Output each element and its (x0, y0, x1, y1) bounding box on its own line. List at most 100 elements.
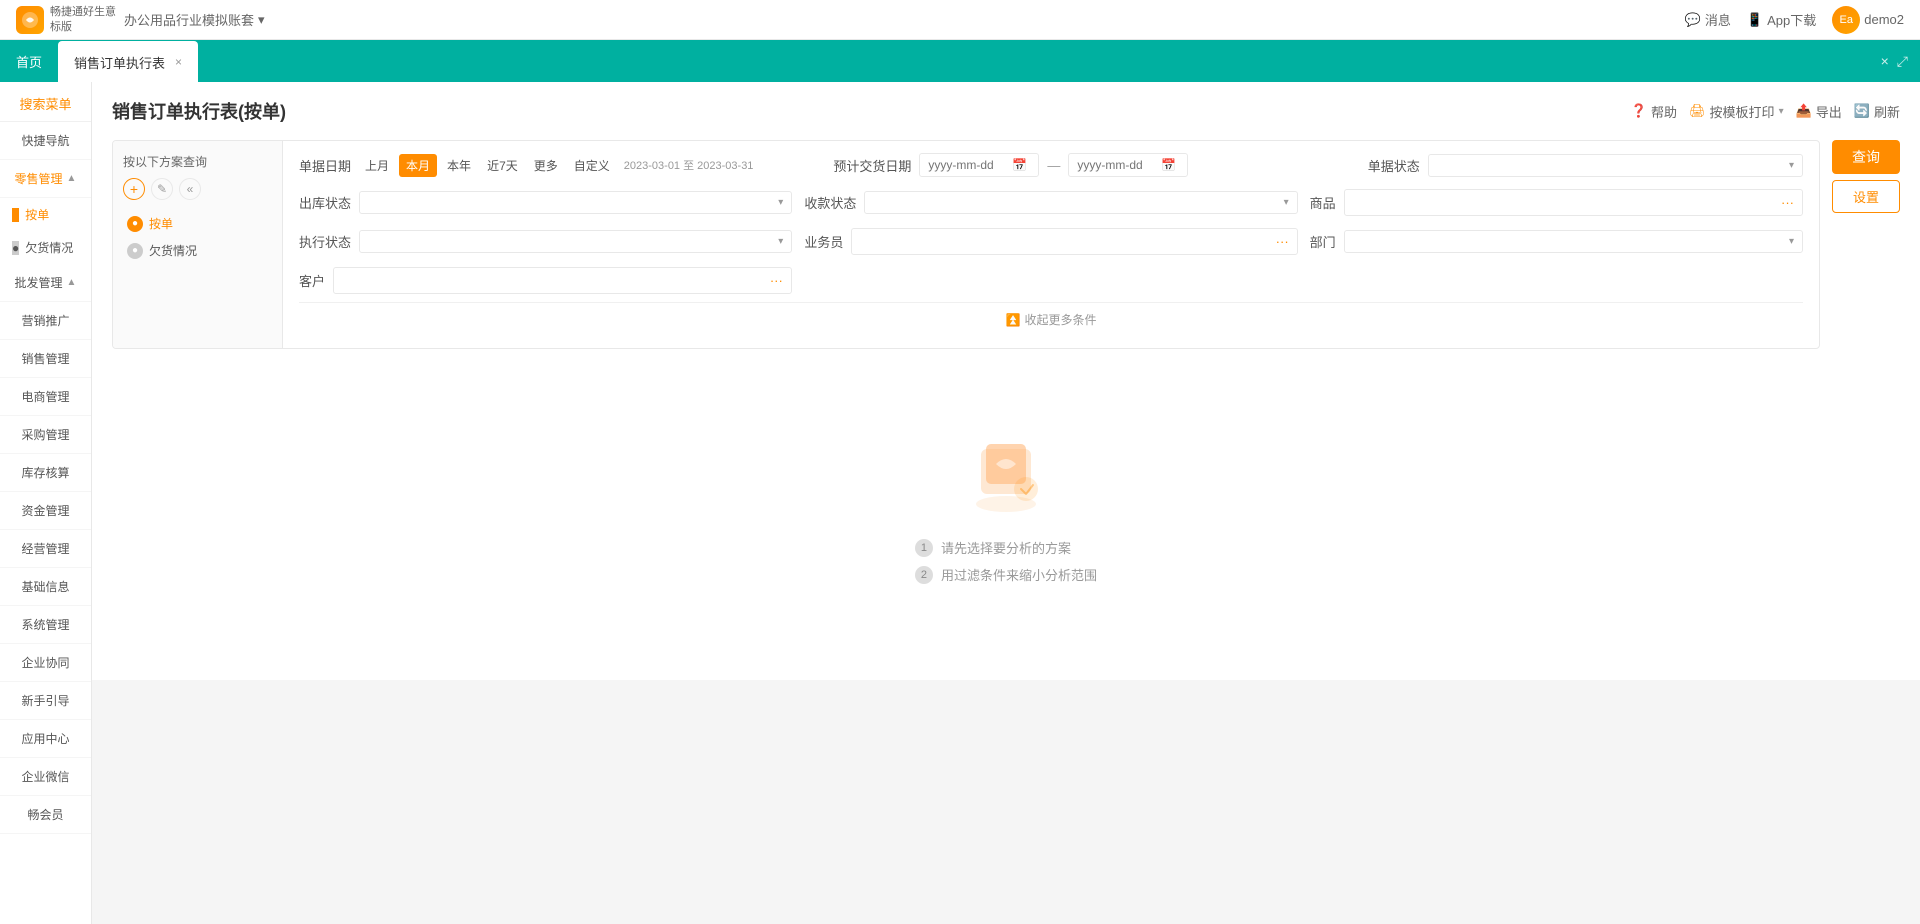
maximize-icon[interactable]: ⤢ (1897, 53, 1908, 70)
scheme-list: ● 按单 ● 欠货情况 (123, 210, 272, 264)
doc-status-label: 单据状态 (1368, 156, 1420, 175)
sub-item-active-icon: ● (12, 208, 19, 222)
sidebar-item-system[interactable]: 系统管理 (0, 606, 91, 644)
filter-wrapper: 按以下方案查询 + ✎ « ● 按单 (112, 140, 1900, 349)
date-tab-custom[interactable]: 自定义 (568, 154, 616, 177)
sidebar-item-purchase[interactable]: 采购管理 (0, 416, 91, 454)
page-header: 销售订单执行表(按单) ❓ 帮助 🖨 按模板打印 ▾ 📤 导出 (112, 98, 1900, 124)
tab-close-icon[interactable]: × (175, 55, 182, 69)
sidebar-item-marketing[interactable]: 营销推广 (0, 302, 91, 340)
edit-scheme-button[interactable]: ✎ (151, 178, 173, 200)
filter-row-2: 出库状态 ▾ 收款状态 (299, 189, 1803, 216)
close-window-icon[interactable]: × (1881, 53, 1889, 69)
salesperson-label: 业务员 (804, 232, 843, 251)
sidebar-item-membership[interactable]: 畅会员 (0, 796, 91, 834)
app-download-button[interactable]: 📱 App下载 (1747, 10, 1816, 29)
dept-select[interactable]: ▾ (1344, 230, 1803, 253)
add-scheme-button[interactable]: + (123, 178, 145, 200)
sidebar-item-wechat[interactable]: 企业微信 (0, 758, 91, 796)
message-button[interactable]: 💬 消息 (1685, 10, 1731, 29)
sidebar-item-sales-mgmt[interactable]: 销售管理 (0, 340, 91, 378)
expected-date-end[interactable]: 📅 (1068, 153, 1188, 177)
expected-date-end-input[interactable] (1077, 158, 1157, 172)
outbound-select[interactable]: ▾ (359, 191, 792, 214)
scheme-item-backorder[interactable]: ● 欠货情况 (123, 237, 272, 264)
download-icon: 📱 (1747, 12, 1763, 28)
industry-selector[interactable]: 办公用品行业模拟账套 ▾ (124, 10, 265, 29)
filter-section: 按以下方案查询 + ✎ « ● 按单 (112, 140, 1820, 349)
filter-group-expected-date: 预计交货日期 📅 — 📅 (833, 153, 1355, 177)
sub-item-inactive-icon: ● (12, 241, 19, 255)
goods-select[interactable]: ··· (1344, 189, 1803, 216)
date-tab-thismonth[interactable]: 本月 (399, 154, 437, 177)
tip-2-number: 2 (915, 566, 933, 584)
help-icon: ❓ (1631, 103, 1647, 119)
print-button[interactable]: 🖨 按模板打印 ▾ (1689, 102, 1784, 121)
filter-group-date: 单据日期 上月 本月 本年 近7天 更多 自定义 (299, 154, 821, 177)
date-tab-lastmonth[interactable]: 上月 (359, 154, 395, 177)
payment-arrow-icon: ▾ (1284, 197, 1289, 208)
customer-label: 客户 (299, 271, 325, 290)
payment-select[interactable]: ▾ (864, 191, 1297, 214)
query-button[interactable]: 查询 (1832, 140, 1900, 174)
scheme-inactive-icon: ● (127, 243, 143, 259)
doc-status-select[interactable]: ▾ (1428, 154, 1803, 177)
help-button[interactable]: ❓ 帮助 (1631, 102, 1677, 121)
user-profile[interactable]: Ea demo2 (1832, 6, 1904, 34)
sidebar-item-onboarding[interactable]: 新手引导 (0, 682, 91, 720)
sidebar-item-retail[interactable]: 零售管理 ▲ (0, 160, 91, 198)
filter-group-customer: 客户 ··· (299, 267, 792, 294)
expected-date-start[interactable]: 📅 (919, 153, 1039, 177)
sidebar-item-wholesale[interactable]: 批发管理 ▲ (0, 264, 91, 302)
collapse-icon: ⏫ (1006, 313, 1021, 327)
scheme-item-byorder[interactable]: ● 按单 (123, 210, 272, 237)
refresh-icon: 🔄 (1854, 103, 1870, 119)
salesperson-select[interactable]: ··· (851, 228, 1297, 255)
filter-group-payment: 收款状态 ▾ (804, 191, 1297, 214)
sidebar-item-finance[interactable]: 资金管理 (0, 492, 91, 530)
sidebar-sub-item-by-order[interactable]: ● 按单 (0, 198, 91, 231)
expected-date-start-input[interactable] (928, 158, 1008, 172)
filter-group-exec: 执行状态 ▾ (299, 230, 792, 253)
collapse-bar[interactable]: ⏫ 收起更多条件 (299, 302, 1803, 336)
tab-bar: 首页 销售订单执行表 × × ⤢ (0, 40, 1920, 82)
sidebar-search[interactable]: 搜索菜单 (0, 86, 91, 122)
top-header: 畅捷通好生意 标版 办公用品行业模拟账套 ▾ 💬 消息 📱 App下载 Ea d… (0, 0, 1920, 40)
tab-sales-execution[interactable]: 销售订单执行表 × (58, 41, 198, 83)
filter-row-3: 执行状态 ▾ 业务员 (299, 228, 1803, 255)
sidebar-item-app-center[interactable]: 应用中心 (0, 720, 91, 758)
empty-illustration (961, 429, 1051, 522)
tab-home[interactable]: 首页 (0, 40, 58, 82)
filter-main: 按以下方案查询 + ✎ « ● 按单 (112, 140, 1820, 349)
logo-area: 畅捷通好生意 标版 (16, 5, 116, 34)
outbound-label: 出库状态 (299, 193, 351, 212)
sidebar-item-operations[interactable]: 经营管理 (0, 530, 91, 568)
empty-tips: 1 请先选择要分析的方案 2 用过滤条件来缩小分析范围 (915, 538, 1097, 584)
calendar-end-icon: 📅 (1161, 158, 1176, 172)
customer-select[interactable]: ··· (333, 267, 792, 294)
sidebar-item-enterprise[interactable]: 企业协同 (0, 644, 91, 682)
date-tab-thisyear[interactable]: 本年 (441, 154, 477, 177)
sidebar-item-ecommerce[interactable]: 电商管理 (0, 378, 91, 416)
collapse-panel-button[interactable]: « (179, 178, 201, 200)
filter-row-1: 单据日期 上月 本月 本年 近7天 更多 自定义 (299, 153, 1803, 177)
retail-arrow-icon: ▲ (67, 173, 77, 184)
exec-select[interactable]: ▾ (359, 230, 792, 253)
goods-label: 商品 (1310, 193, 1336, 212)
date-tabs-container: 上月 本月 本年 近7天 更多 自定义 (359, 154, 616, 177)
logo-icon (16, 6, 44, 34)
refresh-button[interactable]: 🔄 刷新 (1854, 102, 1900, 121)
date-tab-more[interactable]: 更多 (528, 154, 564, 177)
date-tab-7days[interactable]: 近7天 (481, 154, 524, 177)
calendar-start-icon: 📅 (1012, 158, 1027, 172)
logo-text: 畅捷通好生意 标版 (50, 5, 116, 34)
sidebar-item-quick-nav[interactable]: 快捷导航 (0, 122, 91, 160)
exec-label: 执行状态 (299, 232, 351, 251)
sidebar-item-inventory[interactable]: 库存核算 (0, 454, 91, 492)
sidebar-sub-item-backorder[interactable]: ● 欠货情况 (0, 231, 91, 264)
sidebar-item-basic-info[interactable]: 基础信息 (0, 568, 91, 606)
settings-button[interactable]: 设置 (1832, 180, 1900, 213)
export-button[interactable]: 📤 导出 (1796, 102, 1842, 121)
dept-label: 部门 (1310, 232, 1336, 251)
filter-group-doc-status: 单据状态 ▾ (1368, 154, 1803, 177)
